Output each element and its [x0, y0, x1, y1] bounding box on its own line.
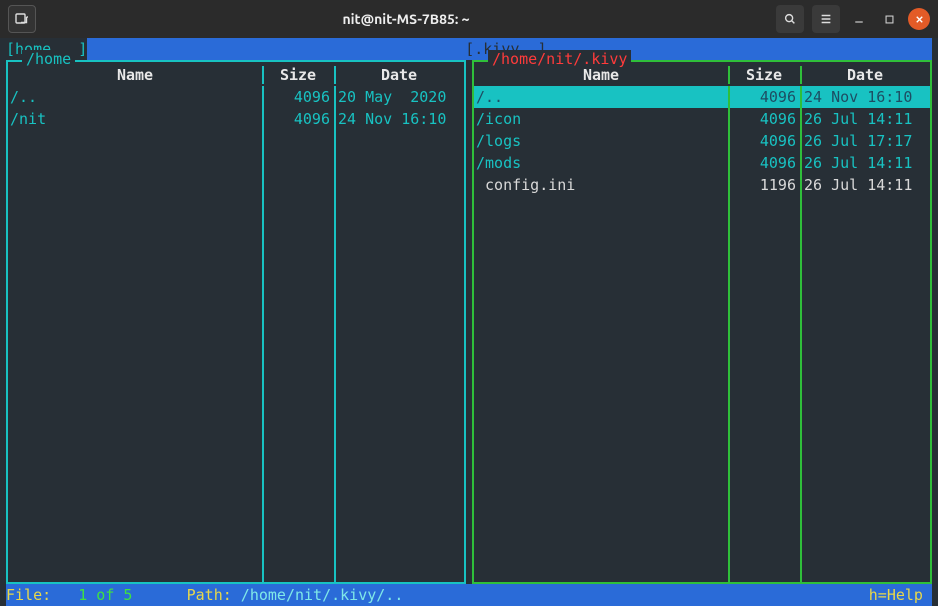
row-date: 26 Jul 17:17: [800, 132, 930, 150]
window-title: nit@nit-MS-7B85: ~: [44, 11, 768, 27]
close-button[interactable]: [908, 8, 930, 30]
left-header-size: Size: [262, 66, 334, 84]
row-size: 4096: [728, 154, 800, 172]
tab-strip-fill-left: [87, 38, 465, 60]
row-size: 4096: [728, 132, 800, 150]
status-help[interactable]: h=Help: [869, 584, 923, 606]
right-panel-header: Name Size Date: [474, 64, 930, 86]
row-size: 4096: [728, 88, 800, 106]
row-date: 20 May 2020: [334, 88, 464, 106]
left-panel-header: Name Size Date: [8, 64, 464, 86]
status-path-label: Path:: [187, 584, 232, 606]
left-panel-rows: /..409620 May 2020/nit409624 Nov 16:10: [8, 86, 464, 582]
right-header-date: Date: [800, 66, 930, 84]
status-file-label: File:: [6, 584, 51, 606]
row-date: 26 Jul 14:11: [800, 176, 930, 194]
right-header-name: Name: [474, 66, 728, 84]
hamburger-menu-button[interactable]: [812, 5, 840, 33]
left-header-name: Name: [8, 66, 262, 84]
window-titlebar: nit@nit-MS-7B85: ~: [0, 0, 938, 38]
new-tab-button[interactable]: [8, 5, 36, 33]
right-panel-rows: /..409624 Nov 16:10/icon409626 Jul 14:11…: [474, 86, 930, 582]
row-name: /..: [474, 88, 728, 106]
file-row[interactable]: /icon409626 Jul 14:11: [474, 108, 930, 130]
row-name: /nit: [8, 110, 262, 128]
right-header-size: Size: [728, 66, 800, 84]
search-button[interactable]: [776, 5, 804, 33]
file-row[interactable]: config.ini119626 Jul 14:11: [474, 174, 930, 196]
maximize-button[interactable]: [878, 8, 900, 30]
tab-strip: [ home ] [ .kivy ]: [6, 38, 932, 60]
status-file-value: 1 of 5: [51, 584, 132, 606]
file-row[interactable]: /nit409624 Nov 16:10: [8, 108, 464, 130]
minimize-button[interactable]: [848, 8, 870, 30]
row-name: /icon: [474, 110, 728, 128]
left-header-date: Date: [334, 66, 464, 84]
row-size: 4096: [728, 110, 800, 128]
left-panel[interactable]: /home Name Size Date /..409620 May 2020/…: [6, 60, 466, 584]
terminal-area: [ home ] [ .kivy ] /home Name Size Date …: [0, 38, 938, 606]
status-path-value: /home/nit/.kivy/..: [232, 584, 404, 606]
row-date: 26 Jul 14:11: [800, 110, 930, 128]
status-line: File: 1 of 5 Path: /home/nit/.kivy/.. h=…: [6, 584, 932, 606]
row-date: 24 Nov 16:10: [334, 110, 464, 128]
file-row[interactable]: /..409620 May 2020: [8, 86, 464, 108]
right-panel[interactable]: /home/nit/.kivy Name Size Date /..409624…: [472, 60, 932, 584]
row-date: 26 Jul 14:11: [800, 154, 930, 172]
row-date: 24 Nov 16:10: [800, 88, 930, 106]
row-name: config.ini: [474, 176, 728, 194]
tab-right-bracket: [: [465, 38, 474, 60]
row-name: /logs: [474, 132, 728, 150]
file-row[interactable]: /logs409626 Jul 17:17: [474, 130, 930, 152]
row-name: /..: [8, 88, 262, 106]
row-name: /mods: [474, 154, 728, 172]
row-size: 4096: [262, 88, 334, 106]
file-row[interactable]: /..409624 Nov 16:10: [474, 86, 930, 108]
row-size: 4096: [262, 110, 334, 128]
file-row[interactable]: /mods409626 Jul 14:11: [474, 152, 930, 174]
row-size: 1196: [728, 176, 800, 194]
tab-left-bracket: [: [6, 38, 15, 60]
